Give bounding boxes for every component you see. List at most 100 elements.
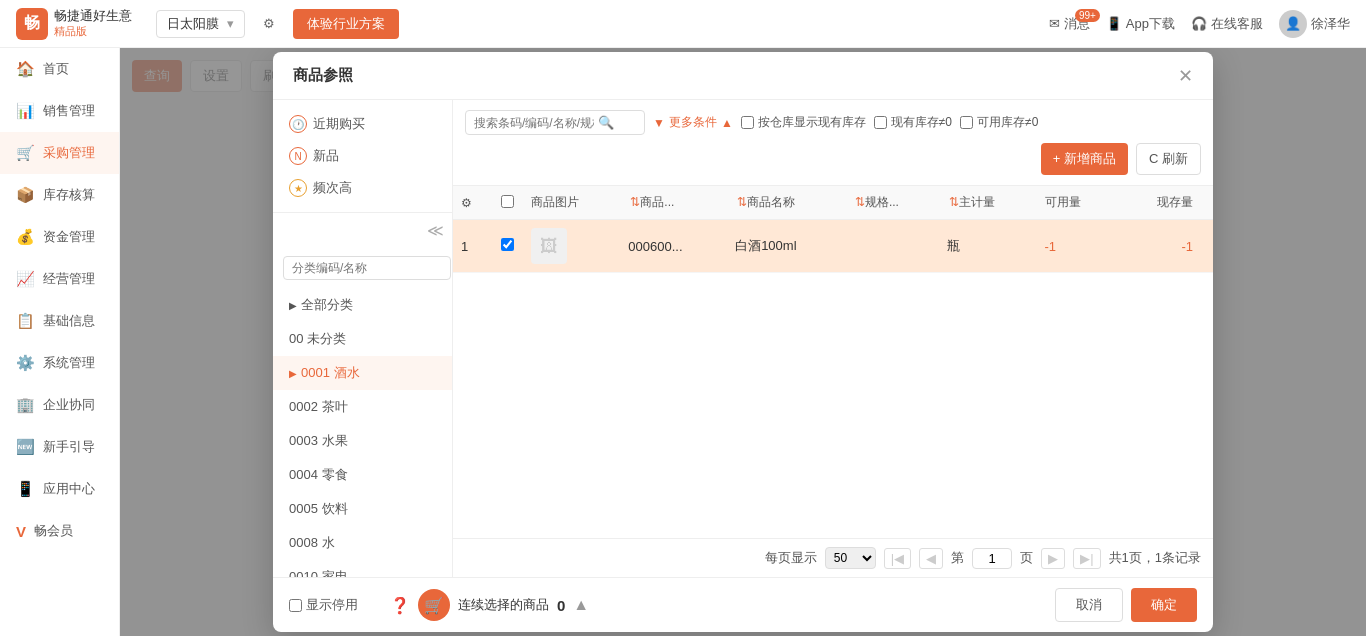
category-00[interactable]: 00 未分类 [273,322,452,356]
cart-icon-button[interactable]: 🛒 [418,589,450,621]
product-search-box: 🔍 [465,110,645,135]
footer-right-buttons: 取消 确定 [1055,588,1197,622]
first-page-button[interactable]: |◀ [884,548,911,569]
experience-button[interactable]: 体验行业方案 [293,9,399,39]
headset-icon: 🎧 [1191,16,1207,31]
store-selector[interactable]: 日太阳膜 ▾ [156,10,245,38]
sidebar-item-apps[interactable]: 📱 应用中心 [0,468,119,510]
quick-access: 🕐 近期购买 N 新品 ★ 频次高 [273,100,452,213]
col-img: 商品图片 [523,186,620,220]
user-profile[interactable]: 👤 徐泽华 [1279,10,1350,38]
add-product-button[interactable]: + 新增商品 [1041,143,1128,175]
cell-no: 1 [453,220,493,273]
sidebar-item-inventory[interactable]: 📦 库存核算 [0,174,119,216]
quick-item-frequent[interactable]: ★ 频次高 [273,172,452,204]
table-row[interactable]: 1 🖼 000600... 白酒100ml 瓶 [453,220,1213,273]
cell-spec [845,220,939,273]
show-disabled-label[interactable]: 显示停用 [289,596,358,614]
sidebar-item-member[interactable]: V 畅会员 [0,510,119,552]
category-0003[interactable]: 0003 水果 [273,424,452,458]
sidebar-item-finance[interactable]: 💰 资金管理 [0,216,119,258]
sidebar: 🏠 首页 📊 销售管理 🛒 采购管理 📦 库存核算 💰 资金管理 📈 经营管理 … [0,48,120,636]
settings-button[interactable]: ⚙ [253,8,285,40]
col-code[interactable]: ⇅商品... [620,186,727,220]
category-0004[interactable]: 0004 零食 [273,458,452,492]
product-table-container: ⚙ 商品图片 ⇅商品... ⇅商品名称 [453,186,1213,538]
sidebar-item-business[interactable]: 📈 经营管理 [0,258,119,300]
category-0005[interactable]: 0005 饮料 [273,492,452,526]
warehouse-stock-checkbox-label[interactable]: 按仓库显示现有库存 [741,114,866,131]
modal-header: 商品参照 ✕ [273,52,1213,100]
search-icon[interactable]: 🔍 [598,115,614,130]
sort-icon-unit: ⇅ [949,195,959,209]
category-search-area: 🔍 [273,248,452,288]
modal-overlay: 商品参照 ✕ 🕐 近期购买 N 新 [120,48,1366,636]
cell-name: 白酒100ml [727,220,845,273]
category-search-input[interactable] [283,256,451,280]
inventory-icon: 📦 [16,186,35,204]
help-icon[interactable]: ❓ [390,596,410,615]
sidebar-item-purchase[interactable]: 🛒 采购管理 [0,132,119,174]
sidebar-item-sales[interactable]: 📊 销售管理 [0,90,119,132]
modal-left-panel: 🕐 近期购买 N 新品 ★ 频次高 [273,100,453,577]
show-disabled-checkbox[interactable] [289,599,302,612]
messages-button[interactable]: ✉ 消息 99+ [1049,15,1090,33]
col-spec[interactable]: ⇅规格... [845,186,939,220]
sidebar-item-basic[interactable]: 📋 基础信息 [0,300,119,342]
logo-icon: 畅 [16,8,48,40]
sidebar-label-guide: 新手引导 [43,438,95,456]
current-stock-checkbox[interactable] [874,116,887,129]
arrow-right-icon: ▶ [289,300,297,311]
quick-item-recent[interactable]: 🕐 近期购买 [273,108,452,140]
topbar: 畅 畅捷通好生意 精品版 日太阳膜 ▾ ⚙ 体验行业方案 ✉ 消息 99+ 📱 … [0,0,1366,48]
modal-close-button[interactable]: ✕ [1178,67,1193,85]
sidebar-item-home[interactable]: 🏠 首页 [0,48,119,90]
category-0002[interactable]: 0002 茶叶 [273,390,452,424]
sort-icon-name: ⇅ [737,195,747,209]
prev-page-button[interactable]: ◀ [919,548,943,569]
product-search-input[interactable] [474,116,594,130]
warehouse-stock-checkbox[interactable] [741,116,754,129]
next-page-button[interactable]: ▶ [1041,548,1065,569]
per-page-select[interactable]: 50 10 20 100 [825,547,876,569]
sidebar-item-enterprise[interactable]: 🏢 企业协同 [0,384,119,426]
col-avail: 可用量 [1037,186,1116,220]
confirm-button[interactable]: 确定 [1131,588,1197,622]
cancel-button[interactable]: 取消 [1055,588,1123,622]
modal-footer: 显示停用 ❓ 🛒 连续选择的商品 0 ▲ 取消 确定 [273,577,1213,632]
sidebar-item-guide[interactable]: 🆕 新手引导 [0,426,119,468]
collapse-panel-button[interactable]: ≪ [273,213,452,248]
modal-body: 🕐 近期购买 N 新品 ★ 频次高 [273,100,1213,577]
category-0010[interactable]: 0010 家电 [273,560,452,577]
filter-button[interactable]: ▼ 更多条件 ▲ [653,114,733,131]
category-0001[interactable]: ▶ 0001 酒水 [273,356,452,390]
cell-stock: -1 [1116,220,1213,273]
row-checkbox[interactable] [501,238,514,251]
last-page-button[interactable]: ▶| [1073,548,1100,569]
select-all-checkbox[interactable] [501,195,514,208]
category-0008[interactable]: 0008 水 [273,526,452,560]
col-name[interactable]: ⇅商品名称 [727,186,845,220]
content-area: 查询 设置 刷新 商品参照 ✕ 🕐 [120,48,1366,636]
available-stock-checkbox-label[interactable]: 可用库存≠0 [960,114,1038,131]
page-number-input[interactable] [972,548,1012,569]
main-layout: 🏠 首页 📊 销售管理 🛒 采购管理 📦 库存核算 💰 资金管理 📈 经营管理 … [0,48,1366,636]
app-download-button[interactable]: 📱 App下载 [1106,15,1175,33]
cell-check[interactable] [493,220,523,273]
quick-item-new[interactable]: N 新品 [273,140,452,172]
refresh-button[interactable]: C 刷新 [1136,143,1201,175]
product-table: ⚙ 商品图片 ⇅商品... ⇅商品名称 [453,186,1213,273]
current-stock-checkbox-label[interactable]: 现有库存≠0 [874,114,952,131]
col-settings: ⚙ [453,186,493,220]
category-all[interactable]: ▶ 全部分类 [273,288,452,322]
customer-service-button[interactable]: 🎧 在线客服 [1191,15,1263,33]
message-badge: 99+ [1075,9,1100,22]
available-stock-checkbox[interactable] [960,116,973,129]
collapse-footer-icon[interactable]: ▲ [573,596,589,614]
sidebar-item-system[interactable]: ⚙️ 系统管理 [0,342,119,384]
basic-icon: 📋 [16,312,35,330]
col-unit[interactable]: ⇅主计量 [939,186,1036,220]
sidebar-label-home: 首页 [43,60,69,78]
home-icon: 🏠 [16,60,35,78]
sidebar-label-system: 系统管理 [43,354,95,372]
